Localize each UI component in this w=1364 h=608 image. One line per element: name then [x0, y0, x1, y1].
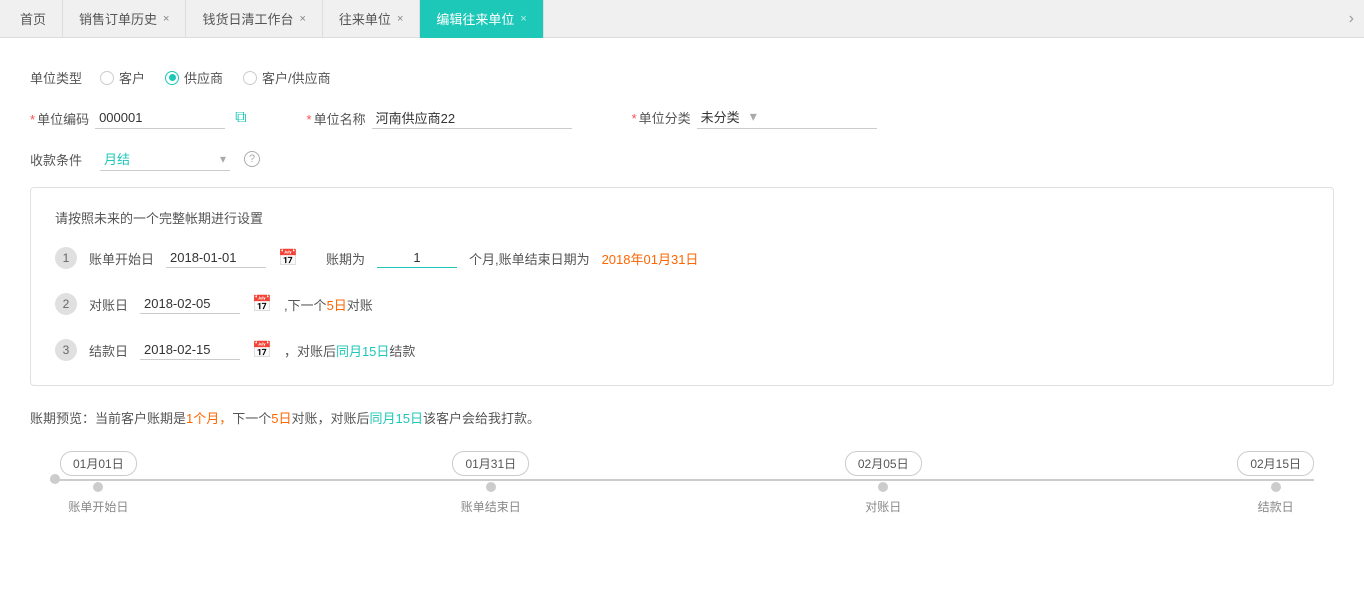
timeline-node-1: [50, 451, 60, 463]
timeline-node-2-content: 01月31日 账单结束日: [452, 451, 529, 515]
unit-category-group: *单位分类 未分类 ▾: [632, 105, 877, 129]
tab-home[interactable]: 首页: [0, 0, 63, 38]
step-2-desc: ,下一个5日对账: [284, 295, 373, 314]
main-content: 单位类型 客户 供应商 客户/供应商 *单位编码 ⧉ *单位名称: [0, 38, 1364, 608]
unit-code-group: *单位编码 ⧉: [30, 107, 247, 129]
step-2-date-input[interactable]: [140, 294, 240, 314]
tab-bar: 首页 销售订单历史 × 钱货日清工作台 × 往来单位 × 编辑往来单位 × ›: [0, 0, 1364, 38]
step-3-num: 3: [55, 339, 77, 361]
step-2-num: 2: [55, 293, 77, 315]
settings-box: 请按照未来的一个完整帐期进行设置 1 账单开始日 📅 账期为 个月,账单结束日期…: [30, 187, 1334, 386]
timeline-container: 01月01日 账单开始日 01月31日 账单结束日 02月05日 对账日 02月…: [30, 451, 1334, 515]
unit-category-value: 未分类: [697, 105, 744, 128]
help-icon[interactable]: ?: [244, 151, 260, 167]
step-1-row: 1 账单开始日 📅 账期为 个月,账单结束日期为 2018年01月31日: [55, 247, 1309, 269]
step-2-row: 2 对账日 📅 ,下一个5日对账: [55, 293, 1309, 315]
step-1-period-input[interactable]: [377, 248, 457, 268]
node-4-label: 02月15日: [1237, 451, 1314, 476]
radio-group: 客户 供应商 客户/供应商: [100, 68, 331, 87]
node-3-label: 02月05日: [845, 451, 922, 476]
tab-partner[interactable]: 往来单位 ×: [323, 0, 420, 38]
preview-text: 账期预览：当前客户账期是1个月，下一个5日对账，对账后同月15日该客户会给我打款…: [30, 408, 1334, 427]
step-1-num: 1: [55, 247, 77, 269]
step-1-period-label: 账期为: [326, 249, 365, 268]
preview-section: 账期预览：当前客户账期是1个月，下一个5日对账，对账后同月15日该客户会给我打款…: [30, 394, 1334, 515]
unit-type-label: 单位类型: [30, 68, 82, 87]
timeline-node-1-content: 01月01日 账单开始日: [60, 451, 137, 515]
close-icon[interactable]: ×: [520, 13, 526, 25]
calendar-icon-3[interactable]: 📅: [252, 340, 272, 360]
step-2-label: 对账日: [89, 295, 128, 314]
tab-cash-workbench[interactable]: 钱货日清工作台 ×: [186, 0, 322, 38]
radio-circle-supplier: [165, 71, 179, 85]
calendar-icon-1[interactable]: 📅: [278, 248, 298, 268]
step-1-period-unit: 个月,账单结束日期为: [469, 249, 590, 268]
step-3-label: 结款日: [89, 341, 128, 360]
dropdown-arrow-icon: ▾: [744, 106, 763, 127]
step-3-desc: ，对账后同月15日结款: [284, 341, 416, 360]
close-icon[interactable]: ×: [397, 13, 403, 25]
unit-info-row: *单位编码 ⧉ *单位名称 *单位分类 未分类 ▾: [30, 105, 1334, 129]
unit-name-group: *单位名称: [307, 107, 572, 129]
node-3-desc: 对账日: [865, 498, 901, 515]
settings-title: 请按照未来的一个完整帐期进行设置: [55, 208, 1309, 227]
timeline-node-3-content: 02月05日 对账日: [845, 451, 922, 515]
payment-dropdown[interactable]: 月结 ▾: [100, 147, 230, 171]
radio-circle-both: [243, 71, 257, 85]
timeline-node-4-content: 02月15日 结款日: [1237, 451, 1314, 515]
calendar-icon-2[interactable]: 📅: [252, 294, 272, 314]
step-1-period-end: 2018年01月31日: [602, 249, 699, 268]
unit-name-input[interactable]: [372, 107, 572, 129]
unit-type-row: 单位类型 客户 供应商 客户/供应商: [30, 68, 1334, 87]
step-3-date-input[interactable]: [140, 340, 240, 360]
radio-customer[interactable]: 客户: [100, 68, 145, 87]
step-1-label: 账单开始日: [89, 249, 154, 268]
node-1-label: 01月01日: [60, 451, 137, 476]
radio-supplier[interactable]: 供应商: [165, 68, 223, 87]
node-4-desc: 结款日: [1258, 498, 1294, 515]
step-3-row: 3 结款日 📅 ，对账后同月15日结款: [55, 339, 1309, 361]
node-1-desc: 账单开始日: [68, 498, 128, 515]
payment-value: 月结: [104, 149, 216, 168]
tab-more-button[interactable]: ›: [1339, 0, 1364, 38]
unit-category-dropdown[interactable]: 未分类 ▾: [697, 105, 877, 129]
unit-code-input[interactable]: [95, 107, 225, 129]
dropdown-arrow-icon: ▾: [220, 152, 226, 166]
close-icon[interactable]: ×: [163, 13, 169, 25]
timeline-line: [50, 479, 1314, 481]
radio-circle-customer: [100, 71, 114, 85]
node-2-label: 01月31日: [452, 451, 529, 476]
payment-row: 收款条件 月结 ▾ ?: [30, 147, 1334, 171]
node-2-desc: 账单结束日: [461, 498, 521, 515]
step-1-date-input[interactable]: [166, 248, 266, 268]
tab-sales-history[interactable]: 销售订单历史 ×: [63, 0, 186, 38]
copy-icon[interactable]: ⧉: [235, 109, 246, 127]
radio-both[interactable]: 客户/供应商: [243, 68, 331, 87]
close-icon[interactable]: ×: [299, 13, 305, 25]
tab-edit-partner[interactable]: 编辑往来单位 ×: [420, 0, 543, 38]
